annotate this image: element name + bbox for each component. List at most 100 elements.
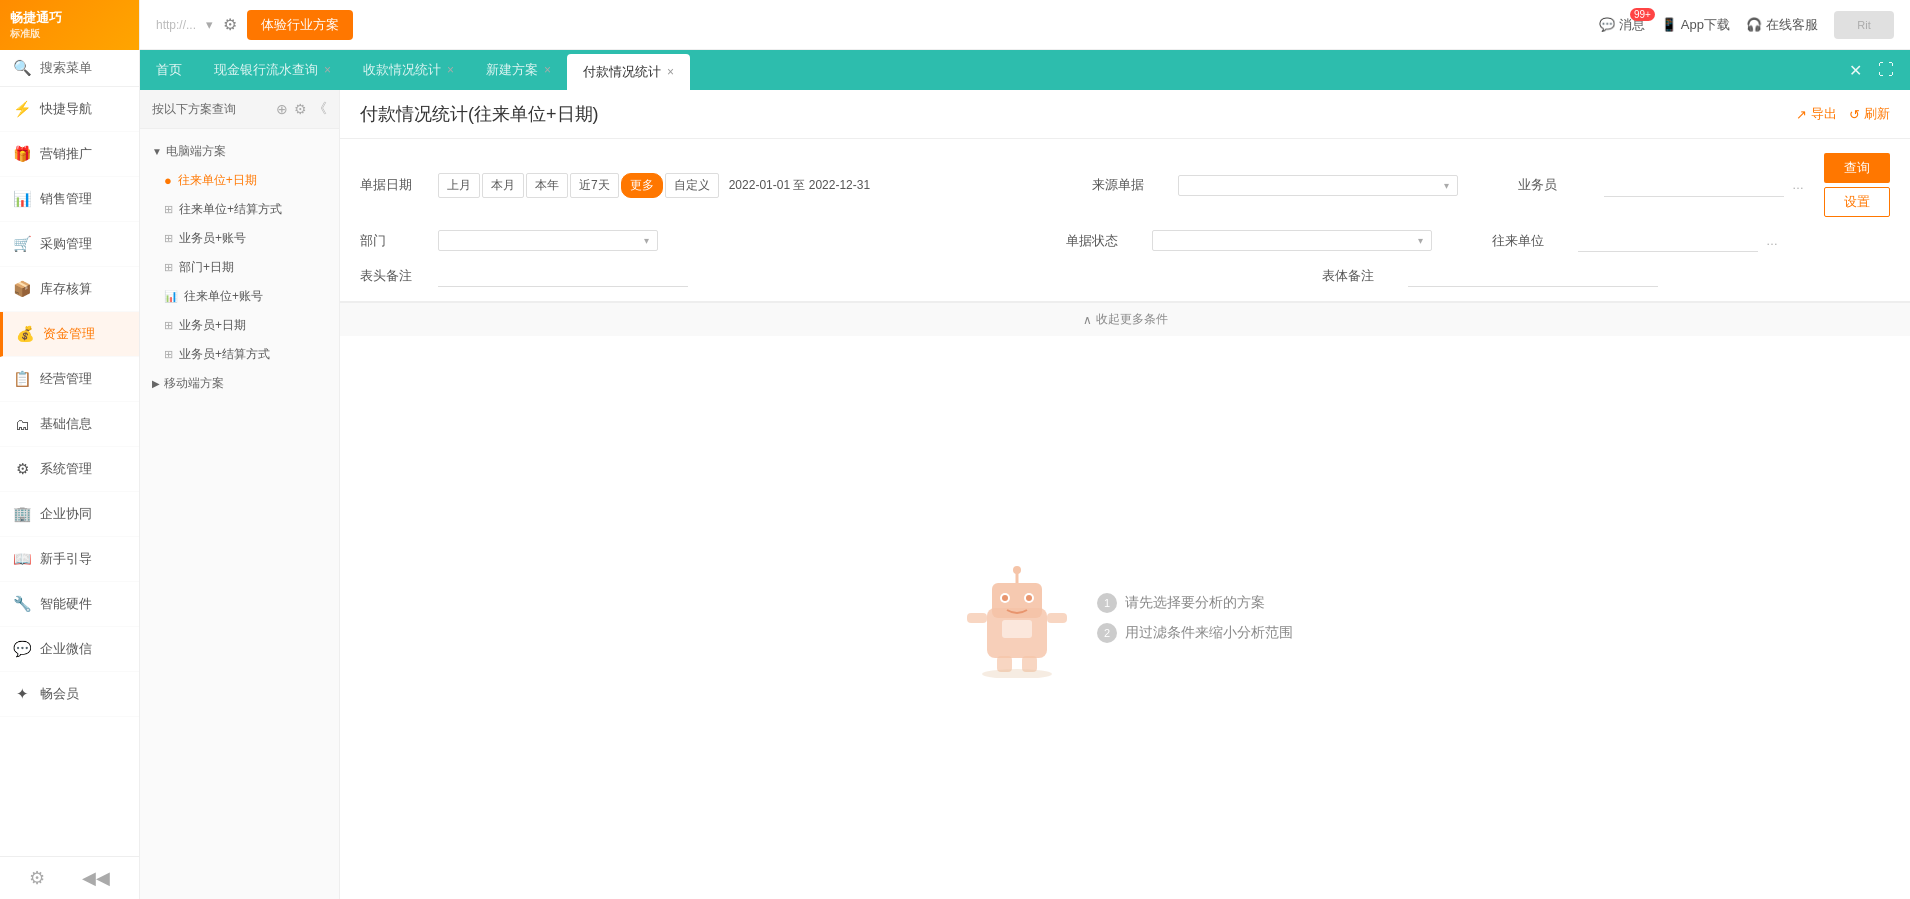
finance-icon: 💰 xyxy=(15,324,35,344)
tab-bank[interactable]: 现金银行流水查询 × xyxy=(198,50,347,90)
sidebar-item-hardware[interactable]: 🔧 智能硬件 xyxy=(0,582,139,627)
tab-expand-icon[interactable]: ⛶ xyxy=(1870,57,1902,83)
sidebar-item-sales[interactable]: 📊 销售管理 xyxy=(0,177,139,222)
svg-point-4 xyxy=(1002,595,1008,601)
sidebar-item-vip[interactable]: ✦ 畅会员 xyxy=(0,672,139,717)
counterpart-more-icon[interactable]: … xyxy=(1766,234,1778,248)
page-title: 付款情况统计(往来单位+日期) xyxy=(360,102,599,126)
tree-item-label: 部门+日期 xyxy=(179,259,234,276)
sidebar-item-basic[interactable]: 🗂 基础信息 xyxy=(0,402,139,447)
collapse-sidebar-icon[interactable]: ◀◀ xyxy=(82,867,110,889)
sidebar-search-label: 搜索菜单 xyxy=(40,59,92,77)
tree-item-salesman-account[interactable]: ⊞ 业务员+账号 xyxy=(140,224,339,253)
date-range-display: 2022-01-01 至 2022-12-31 xyxy=(729,177,870,194)
sidebar-item-quick-nav[interactable]: ⚡ 快捷导航 xyxy=(0,87,139,132)
user-avatar[interactable]: Rit xyxy=(1834,11,1894,39)
settings-btn[interactable]: 设置 xyxy=(1824,187,1890,217)
collapse-label: 收起更多条件 xyxy=(1096,311,1168,328)
salesman-more-icon[interactable]: … xyxy=(1792,178,1804,192)
top-header-right: 💬 消息 99+ 📱 App下载 🎧 在线客服 Rit xyxy=(1599,11,1894,39)
date-btn-more[interactable]: 更多 xyxy=(621,173,663,198)
message-icon: 💬 xyxy=(1599,17,1615,32)
date-btn-custom[interactable]: 自定义 xyxy=(665,173,719,198)
tree-item-counterpart-settlement[interactable]: ⊞ 往来单位+结算方式 xyxy=(140,195,339,224)
tree-group-desktop-title[interactable]: ▼ 电脑端方案 xyxy=(140,137,339,166)
quick-nav-icon: ⚡ xyxy=(12,99,32,119)
chevron-down-icon[interactable]: ▾ xyxy=(206,17,213,32)
tab-close-all-icon[interactable]: ✕ xyxy=(1841,57,1870,84)
doc-status-label: 单据状态 xyxy=(1066,232,1136,250)
empty-tip-2: 2 用过滤条件来缩小分析范围 xyxy=(1097,623,1293,643)
export-btn[interactable]: ↗ 导出 xyxy=(1796,105,1837,123)
refresh-btn[interactable]: ↺ 刷新 xyxy=(1849,105,1890,123)
trial-btn[interactable]: 体验行业方案 xyxy=(247,10,353,40)
add-plan-icon[interactable]: ⊕ xyxy=(276,101,288,117)
online-service-btn[interactable]: 🎧 在线客服 xyxy=(1746,16,1818,34)
salesman-input[interactable] xyxy=(1604,174,1784,197)
sidebar-item-marketing[interactable]: 🎁 营销推广 xyxy=(0,132,139,177)
settings-gear-icon[interactable]: ⚙ xyxy=(29,867,45,889)
app-download-btn[interactable]: 📱 App下载 xyxy=(1661,16,1730,34)
tree-item-counterpart-account[interactable]: 📊 往来单位+账号 xyxy=(140,282,339,311)
date-btn-last-7[interactable]: 近7天 xyxy=(570,173,619,198)
tab-bank-close-icon[interactable]: × xyxy=(324,63,331,77)
tree-item-salesman-settlement[interactable]: ⊞ 业务员+结算方式 xyxy=(140,340,339,369)
tree-item-dept-date[interactable]: ⊞ 部门+日期 xyxy=(140,253,339,282)
counterpart-label: 往来单位 xyxy=(1492,232,1562,250)
header-gear-icon[interactable]: ⚙ xyxy=(223,15,237,34)
tree-item-label: 业务员+账号 xyxy=(179,230,246,247)
sidebar-item-purchase[interactable]: 🛒 采购管理 xyxy=(0,222,139,267)
hardware-icon: 🔧 xyxy=(12,594,32,614)
date-btn-this-year[interactable]: 本年 xyxy=(526,173,568,198)
tab-new-plan[interactable]: 新建方案 × xyxy=(470,50,567,90)
message-btn[interactable]: 💬 消息 99+ xyxy=(1599,16,1645,34)
sidebar-item-wechat[interactable]: 💬 企业微信 xyxy=(0,627,139,672)
sidebar-item-label: 企业微信 xyxy=(40,640,92,658)
sidebar-item-search[interactable]: 🔍 搜索菜单 xyxy=(0,50,139,87)
manage-plan-icon[interactable]: ⚙ xyxy=(294,101,307,117)
tree-item-label: 业务员+结算方式 xyxy=(179,346,270,363)
sidebar-item-system[interactable]: ⚙ 系统管理 xyxy=(0,447,139,492)
table-body-remark-input[interactable] xyxy=(1408,264,1658,287)
counterpart-input[interactable] xyxy=(1578,229,1758,252)
inventory-icon: 📦 xyxy=(12,279,32,299)
sidebar-item-inventory[interactable]: 📦 库存核算 xyxy=(0,267,139,312)
sidebar-item-enterprise[interactable]: 🏢 企业协同 xyxy=(0,492,139,537)
query-btn[interactable]: 查询 xyxy=(1824,153,1890,183)
tab-receipt[interactable]: 收款情况统计 × xyxy=(347,50,470,90)
tree-item-salesman-date[interactable]: ⊞ 业务员+日期 xyxy=(140,311,339,340)
date-btn-last-month[interactable]: 上月 xyxy=(438,173,480,198)
tree-item-label: 往来单位+日期 xyxy=(178,172,257,189)
sidebar-item-operation[interactable]: 📋 经营管理 xyxy=(0,357,139,402)
tab-payment-close-icon[interactable]: × xyxy=(667,65,674,79)
sidebar-item-guide[interactable]: 📖 新手引导 xyxy=(0,537,139,582)
tree-group-mobile-title[interactable]: ▶ 移动端方案 xyxy=(140,369,339,398)
tree-item-label: 往来单位+结算方式 xyxy=(179,201,282,218)
tab-payment[interactable]: 付款情况统计 × xyxy=(567,54,690,90)
sales-icon: 📊 xyxy=(12,189,32,209)
sidebar-item-label: 营销推广 xyxy=(40,145,92,163)
date-btn-this-month[interactable]: 本月 xyxy=(482,173,524,198)
source-chevron-icon: ▾ xyxy=(1444,180,1449,191)
marketing-icon: 🎁 xyxy=(12,144,32,164)
tree-item-active-icon: ● xyxy=(164,173,172,188)
collapse-arrow-icon: ∧ xyxy=(1083,313,1092,327)
tab-receipt-close-icon[interactable]: × xyxy=(447,63,454,77)
doc-status-select[interactable]: ▾ xyxy=(1152,230,1432,251)
tab-new-plan-close-icon[interactable]: × xyxy=(544,63,551,77)
sidebar-item-finance[interactable]: 💰 资金管理 xyxy=(0,312,139,357)
collapse-panel-icon[interactable]: 《 xyxy=(313,100,327,118)
dept-select[interactable]: ▾ xyxy=(438,230,658,251)
sidebar-item-label: 系统管理 xyxy=(40,460,92,478)
source-select[interactable]: ▾ xyxy=(1178,175,1458,196)
table-header-remark-input[interactable] xyxy=(438,264,688,287)
sidebar: 畅捷通巧 标准版 🔍 搜索菜单 ⚡ 快捷导航 🎁 营销推广 📊 销售管理 🛒 采… xyxy=(0,0,140,899)
tab-home[interactable]: 首页 xyxy=(140,50,198,90)
tree-item-counterpart-date[interactable]: ● 往来单位+日期 xyxy=(140,166,339,195)
source-label: 来源单据 xyxy=(1092,176,1162,194)
system-icon: ⚙ xyxy=(12,459,32,479)
collapse-more-btn[interactable]: ∧ 收起更多条件 xyxy=(340,302,1910,336)
tab-home-label: 首页 xyxy=(156,61,182,79)
tip-2-text: 用过滤条件来缩小分析范围 xyxy=(1125,624,1293,642)
dept-label: 部门 xyxy=(360,232,430,250)
